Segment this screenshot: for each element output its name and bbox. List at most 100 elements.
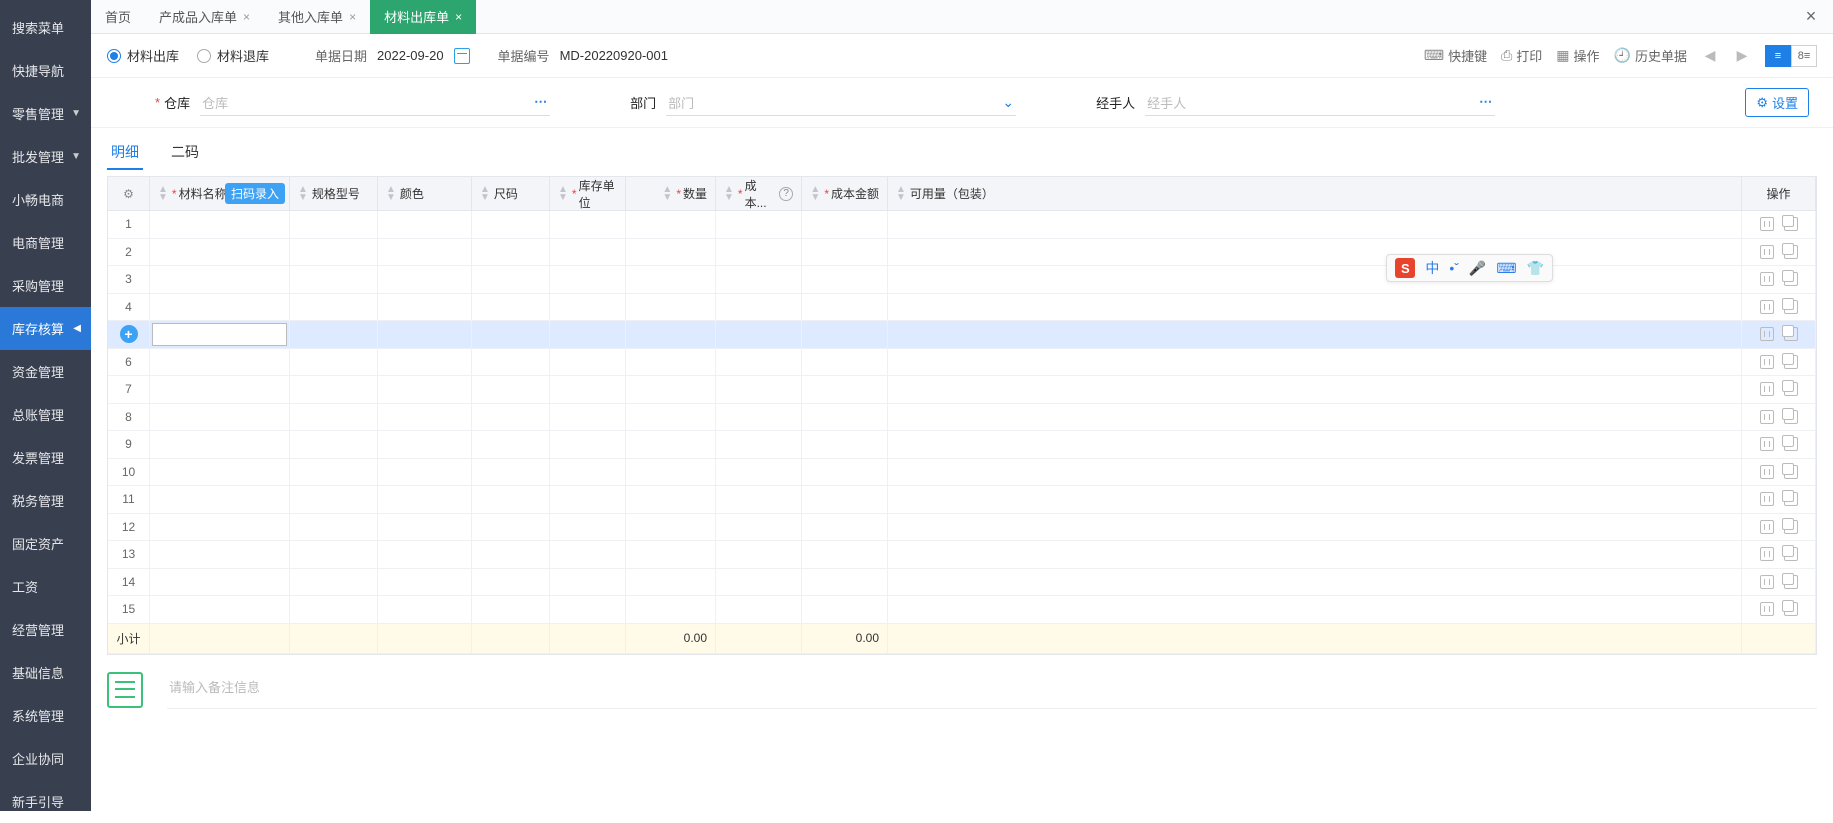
th-color[interactable]: ▲▼颜色: [378, 177, 472, 210]
cell[interactable]: [550, 459, 626, 486]
cell-name[interactable]: [150, 321, 290, 348]
cell-name[interactable]: [150, 569, 290, 596]
cell[interactable]: [802, 239, 888, 266]
cell[interactable]: [802, 376, 888, 403]
th-size[interactable]: ▲▼尺码: [472, 177, 550, 210]
delete-row-icon[interactable]: [1760, 355, 1774, 369]
th-qty[interactable]: ▲▼*数量: [626, 177, 716, 210]
prev-doc-arrow[interactable]: ◀: [1701, 47, 1719, 64]
cell[interactable]: [472, 569, 550, 596]
cell[interactable]: [802, 459, 888, 486]
cell[interactable]: [550, 321, 626, 348]
cell[interactable]: [472, 376, 550, 403]
cell[interactable]: [716, 486, 802, 513]
sidebar-item[interactable]: 总账管理: [0, 393, 91, 436]
cell[interactable]: [290, 514, 378, 541]
cell[interactable]: [626, 376, 716, 403]
cell[interactable]: [378, 294, 472, 321]
cell[interactable]: [626, 294, 716, 321]
copy-row-icon[interactable]: [1784, 410, 1798, 424]
cell[interactable]: [802, 596, 888, 623]
sidebar-item[interactable]: 采购管理: [0, 264, 91, 307]
sidebar-item[interactable]: 基础信息: [0, 651, 91, 694]
subtab-2d[interactable]: 二码: [167, 136, 203, 170]
help-icon[interactable]: ?: [779, 187, 793, 201]
cell[interactable]: [888, 376, 1742, 403]
sort-icon[interactable]: ▲▼: [558, 186, 568, 202]
cell[interactable]: [888, 321, 1742, 348]
sort-icon[interactable]: ▲▼: [158, 186, 168, 202]
cell[interactable]: [378, 541, 472, 568]
table-row[interactable]: 14: [108, 569, 1816, 597]
table-row[interactable]: 15: [108, 596, 1816, 624]
cell[interactable]: [888, 211, 1742, 238]
table-row[interactable]: 4: [108, 294, 1816, 322]
table-row[interactable]: 6: [108, 349, 1816, 377]
cell[interactable]: [472, 596, 550, 623]
copy-row-icon[interactable]: [1784, 245, 1798, 259]
cell[interactable]: [626, 431, 716, 458]
cell[interactable]: [626, 404, 716, 431]
sort-icon[interactable]: ▲▼: [896, 186, 906, 202]
cell[interactable]: [550, 431, 626, 458]
ime-keyboard-icon[interactable]: ⌨: [1496, 260, 1516, 277]
settings-button[interactable]: ⚙ 设置: [1745, 88, 1809, 117]
next-doc-arrow[interactable]: ▶: [1733, 47, 1751, 64]
view-toggle-list[interactable]: ≡: [1765, 45, 1791, 67]
sidebar-item[interactable]: 小畅电商: [0, 178, 91, 221]
th-material-name[interactable]: ▲▼ * 材料名称 ? 扫码录入: [150, 177, 290, 210]
tab[interactable]: 材料出库单×: [370, 0, 476, 34]
sidebar-item[interactable]: 库存核算◀: [0, 307, 91, 350]
cell[interactable]: [550, 239, 626, 266]
cell[interactable]: [802, 514, 888, 541]
sidebar-item[interactable]: 资金管理: [0, 350, 91, 393]
cell[interactable]: [290, 321, 378, 348]
cell[interactable]: [378, 486, 472, 513]
cell[interactable]: [290, 486, 378, 513]
cell[interactable]: [626, 321, 716, 348]
cell-name[interactable]: [150, 211, 290, 238]
sidebar-item[interactable]: 工资: [0, 565, 91, 608]
copy-row-icon[interactable]: [1784, 272, 1798, 286]
add-row-icon[interactable]: +: [120, 325, 138, 343]
cell[interactable]: [550, 349, 626, 376]
cell[interactable]: [550, 376, 626, 403]
cell-name[interactable]: [150, 404, 290, 431]
cell[interactable]: [802, 211, 888, 238]
delete-row-icon[interactable]: [1760, 300, 1774, 314]
handler-picker-icon[interactable]: ⋯: [1471, 94, 1493, 110]
delete-row-icon[interactable]: [1760, 245, 1774, 259]
copy-row-icon[interactable]: [1784, 575, 1798, 589]
delete-row-icon[interactable]: [1760, 520, 1774, 534]
cell[interactable]: [378, 569, 472, 596]
shortcut-button[interactable]: ⌨快捷键: [1424, 46, 1487, 65]
cell[interactable]: [802, 349, 888, 376]
cell-name[interactable]: [150, 266, 290, 293]
cell-name[interactable]: [150, 349, 290, 376]
sort-icon[interactable]: ▲▼: [724, 186, 734, 202]
cell[interactable]: [888, 459, 1742, 486]
copy-row-icon[interactable]: [1784, 465, 1798, 479]
history-button[interactable]: 🕘历史单据: [1614, 46, 1687, 65]
cell[interactable]: [802, 321, 888, 348]
copy-row-icon[interactable]: [1784, 382, 1798, 396]
scan-input-badge[interactable]: 扫码录入: [225, 183, 285, 204]
print-button[interactable]: ⎙打印: [1501, 46, 1542, 65]
th-spec[interactable]: ▲▼规格型号: [290, 177, 378, 210]
sidebar-item[interactable]: 零售管理▼: [0, 92, 91, 135]
view-toggle-grid[interactable]: 8≡: [1791, 45, 1817, 67]
cell[interactable]: [716, 514, 802, 541]
cell[interactable]: [472, 404, 550, 431]
cell[interactable]: [888, 486, 1742, 513]
ime-voice-icon[interactable]: 🎤: [1469, 260, 1486, 277]
cell[interactable]: [626, 569, 716, 596]
material-name-input[interactable]: [152, 323, 287, 346]
th-avail[interactable]: ▲▼可用量（包装）: [888, 177, 1742, 210]
cell[interactable]: [888, 541, 1742, 568]
delete-row-icon[interactable]: [1760, 437, 1774, 451]
cell[interactable]: [550, 596, 626, 623]
sort-icon[interactable]: ▲▼: [386, 186, 396, 202]
cell[interactable]: [378, 321, 472, 348]
cell[interactable]: [290, 404, 378, 431]
delete-row-icon[interactable]: [1760, 575, 1774, 589]
